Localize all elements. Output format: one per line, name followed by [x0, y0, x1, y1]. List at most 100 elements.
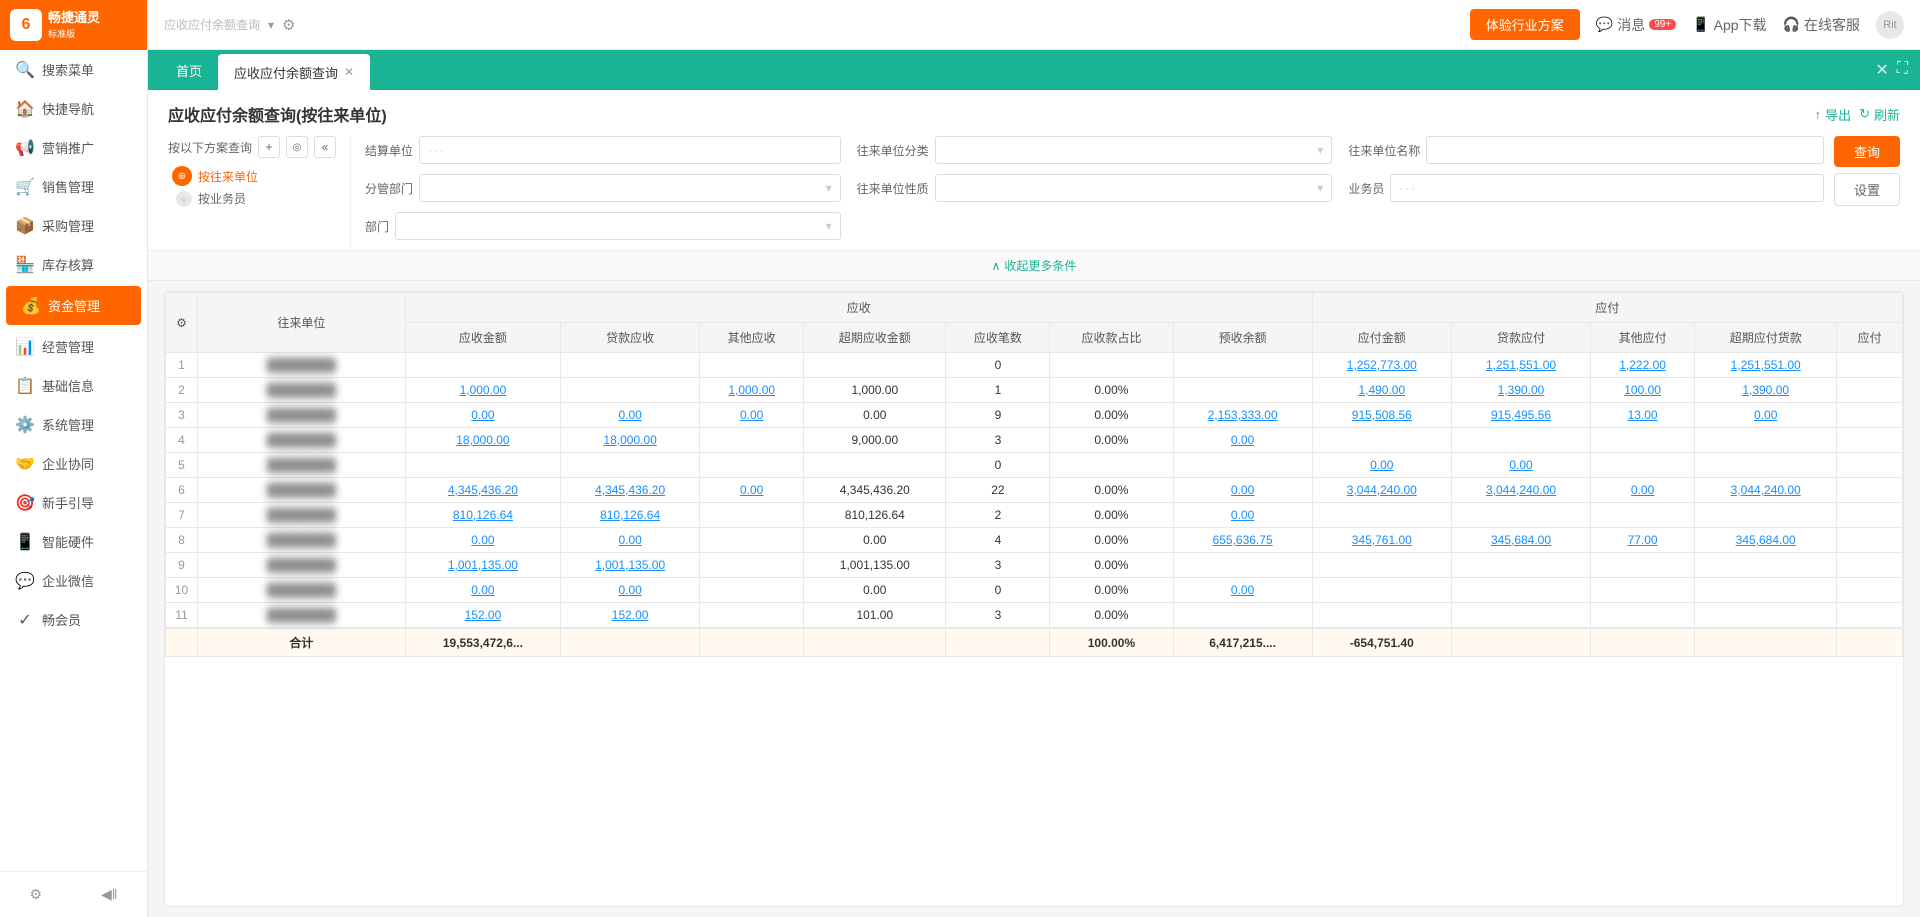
cell-link[interactable]: 3,044,240.00 [1347, 483, 1417, 497]
cell-link[interactable]: 1,390.00 [1498, 383, 1545, 397]
cell-link[interactable]: 1,490.00 [1358, 383, 1405, 397]
field-lwdwmc-input[interactable] [1426, 136, 1824, 164]
th-settings[interactable]: ⚙ [166, 293, 198, 353]
sidebar-item-member[interactable]: ✓ 畅会员 [0, 600, 147, 639]
tab-home[interactable]: 首页 [160, 50, 218, 90]
sidebar-item-finance[interactable]: 💰 资金管理 [6, 286, 141, 325]
cell-link[interactable]: 1,222.00 [1619, 358, 1666, 372]
sidebar-item-inventory[interactable]: 🏪 库存核算 [0, 245, 147, 284]
cell-link[interactable]: 0.00 [618, 583, 641, 597]
cell-link[interactable]: 1,000.00 [728, 383, 775, 397]
collapse-btn[interactable]: ∧ 收起更多条件 [148, 250, 1920, 280]
cell-link[interactable]: 152.00 [612, 608, 649, 622]
cell-link[interactable]: 18,000.00 [456, 433, 509, 447]
sidebar-item-system[interactable]: ⚙️ 系统管理 [0, 405, 147, 444]
cell-link[interactable]: 0.00 [1754, 408, 1777, 422]
cell-link[interactable]: 3,044,240.00 [1486, 483, 1556, 497]
add-scheme-btn[interactable]: + [258, 136, 280, 158]
cell-link[interactable]: 810,126.64 [453, 508, 513, 522]
cell-link[interactable]: 345,761.00 [1352, 533, 1412, 547]
field-fgbm-label: 分管部门 [365, 180, 413, 197]
cell-link[interactable]: 0.00 [1631, 483, 1654, 497]
cell-link[interactable]: 0.00 [471, 533, 494, 547]
th-ar-amount: 应收金额 [405, 323, 560, 353]
field-jsdw-input[interactable]: ··· [419, 136, 841, 164]
cell-link[interactable]: 810,126.64 [600, 508, 660, 522]
cell-link[interactable]: 152.00 [465, 608, 502, 622]
tab-arbalance[interactable]: 应收应付余额查询 ✕ [218, 54, 370, 90]
scheme-by-salesperson[interactable]: ○ 按业务员 [172, 190, 336, 207]
cell-link[interactable]: 915,508.56 [1352, 408, 1412, 422]
cell-link[interactable]: 100.00 [1624, 383, 1661, 397]
cell-link[interactable]: 1,251,551.00 [1731, 358, 1801, 372]
maximize-icon[interactable]: ⛶ [1897, 60, 1908, 80]
sidebar-item-guide[interactable]: 🎯 新手引导 [0, 483, 147, 522]
sidebar-settings-btn[interactable]: ⚙ [19, 880, 52, 909]
close-window-icon[interactable]: ✕ [1875, 60, 1888, 80]
cell-link[interactable]: 1,251,551.00 [1486, 358, 1556, 372]
settings-button[interactable]: 设置 [1834, 173, 1900, 206]
cell-link[interactable]: 1,001,135.00 [595, 558, 665, 572]
sidebar-item-enterprise[interactable]: 🤝 企业协同 [0, 444, 147, 483]
cell-link[interactable]: 0.00 [1509, 458, 1532, 472]
sidebar-item-search-menu[interactable]: 🔍 搜索菜单 [0, 50, 147, 89]
table-settings-icon[interactable]: ⚙ [176, 316, 187, 330]
cell-link[interactable]: 0.00 [1231, 508, 1254, 522]
query-button[interactable]: 查询 [1834, 136, 1900, 167]
cell-link[interactable]: 4,345,436.20 [595, 483, 665, 497]
cell-link[interactable]: 0.00 [618, 533, 641, 547]
sidebar-item-wechat[interactable]: 💬 企业微信 [0, 561, 147, 600]
sidebar-item-operation[interactable]: 📊 经营管理 [0, 327, 147, 366]
user-avatar[interactable]: Rit [1876, 11, 1904, 39]
cell-link[interactable]: 13.00 [1628, 408, 1658, 422]
cell-link[interactable]: 0.00 [740, 483, 763, 497]
field-bm-input[interactable]: ▾ [395, 212, 841, 240]
cell-link[interactable]: 345,684.00 [1491, 533, 1551, 547]
cell-link[interactable]: 0.00 [1370, 458, 1393, 472]
cell-link[interactable]: 2,153,333.00 [1208, 408, 1278, 422]
sidebar-item-marketing[interactable]: 📢 营销推广 [0, 128, 147, 167]
th-counterparty: 往来单位 [198, 293, 406, 353]
cell-link[interactable]: 0.00 [1231, 583, 1254, 597]
sidebar-item-purchase[interactable]: 📦 采购管理 [0, 206, 147, 245]
scheme-by-partner[interactable]: ⊕ 按往来单位 [172, 166, 336, 186]
messages-btn[interactable]: 💬 消息 99+ [1596, 15, 1676, 35]
field-lwdwfl-input[interactable]: ▾ [935, 136, 1333, 164]
cell-link[interactable]: 18,000.00 [603, 433, 656, 447]
cell-link[interactable]: 1,252,773.00 [1347, 358, 1417, 372]
cell-link[interactable]: 1,390.00 [1742, 383, 1789, 397]
cell-link[interactable]: 0.00 [1231, 483, 1254, 497]
field-lwdwxz-input[interactable]: ▾ [935, 174, 1333, 202]
app-download-btn[interactable]: 📱 App下载 [1692, 15, 1766, 35]
cell-link[interactable]: 345,684.00 [1736, 533, 1796, 547]
field-ywy-input[interactable]: ··· [1390, 174, 1824, 202]
cell-link[interactable]: 655,636.75 [1213, 533, 1273, 547]
export-btn[interactable]: ↑ 导出 [1815, 105, 1852, 124]
trial-button[interactable]: 体验行业方案 [1470, 9, 1580, 40]
tab-close-icon[interactable]: ✕ [344, 65, 354, 79]
cell-link[interactable]: 1,001,135.00 [448, 558, 518, 572]
cell-link[interactable]: 1,000.00 [460, 383, 507, 397]
sidebar-item-quick-nav[interactable]: 🏠 快捷导航 [0, 89, 147, 128]
sidebar-item-basic[interactable]: 📋 基础信息 [0, 366, 147, 405]
cell-link[interactable]: 3,044,240.00 [1731, 483, 1801, 497]
sidebar-collapse-btn[interactable]: ◀‖ [91, 880, 128, 909]
cell-link[interactable]: 0.00 [740, 408, 763, 422]
field-fgbm-input[interactable]: ▾ [419, 174, 841, 202]
cell-link[interactable]: 0.00 [1231, 433, 1254, 447]
cell-link[interactable]: 0.00 [471, 408, 494, 422]
cell-link[interactable]: 0.00 [471, 583, 494, 597]
cell-link[interactable]: 4,345,436.20 [448, 483, 518, 497]
chevron-down-icon[interactable]: ▾ [268, 18, 274, 32]
cell-link[interactable]: 915,495.56 [1491, 408, 1551, 422]
cell-link[interactable]: 77.00 [1628, 533, 1658, 547]
sidebar-item-sales[interactable]: 🛒 销售管理 [0, 167, 147, 206]
more-scheme-btn[interactable]: « [314, 136, 336, 158]
cell-link[interactable]: 0.00 [618, 408, 641, 422]
online-service-btn[interactable]: 🎧 在线客服 [1783, 15, 1860, 35]
refresh-btn[interactable]: ↻ 刷新 [1859, 105, 1900, 124]
edit-scheme-btn[interactable]: ◎ [286, 136, 308, 158]
settings-icon[interactable]: ⚙ [282, 16, 295, 34]
sidebar-item-hardware[interactable]: 📱 智能硬件 [0, 522, 147, 561]
sidebar-item-label: 企业微信 [42, 571, 94, 590]
